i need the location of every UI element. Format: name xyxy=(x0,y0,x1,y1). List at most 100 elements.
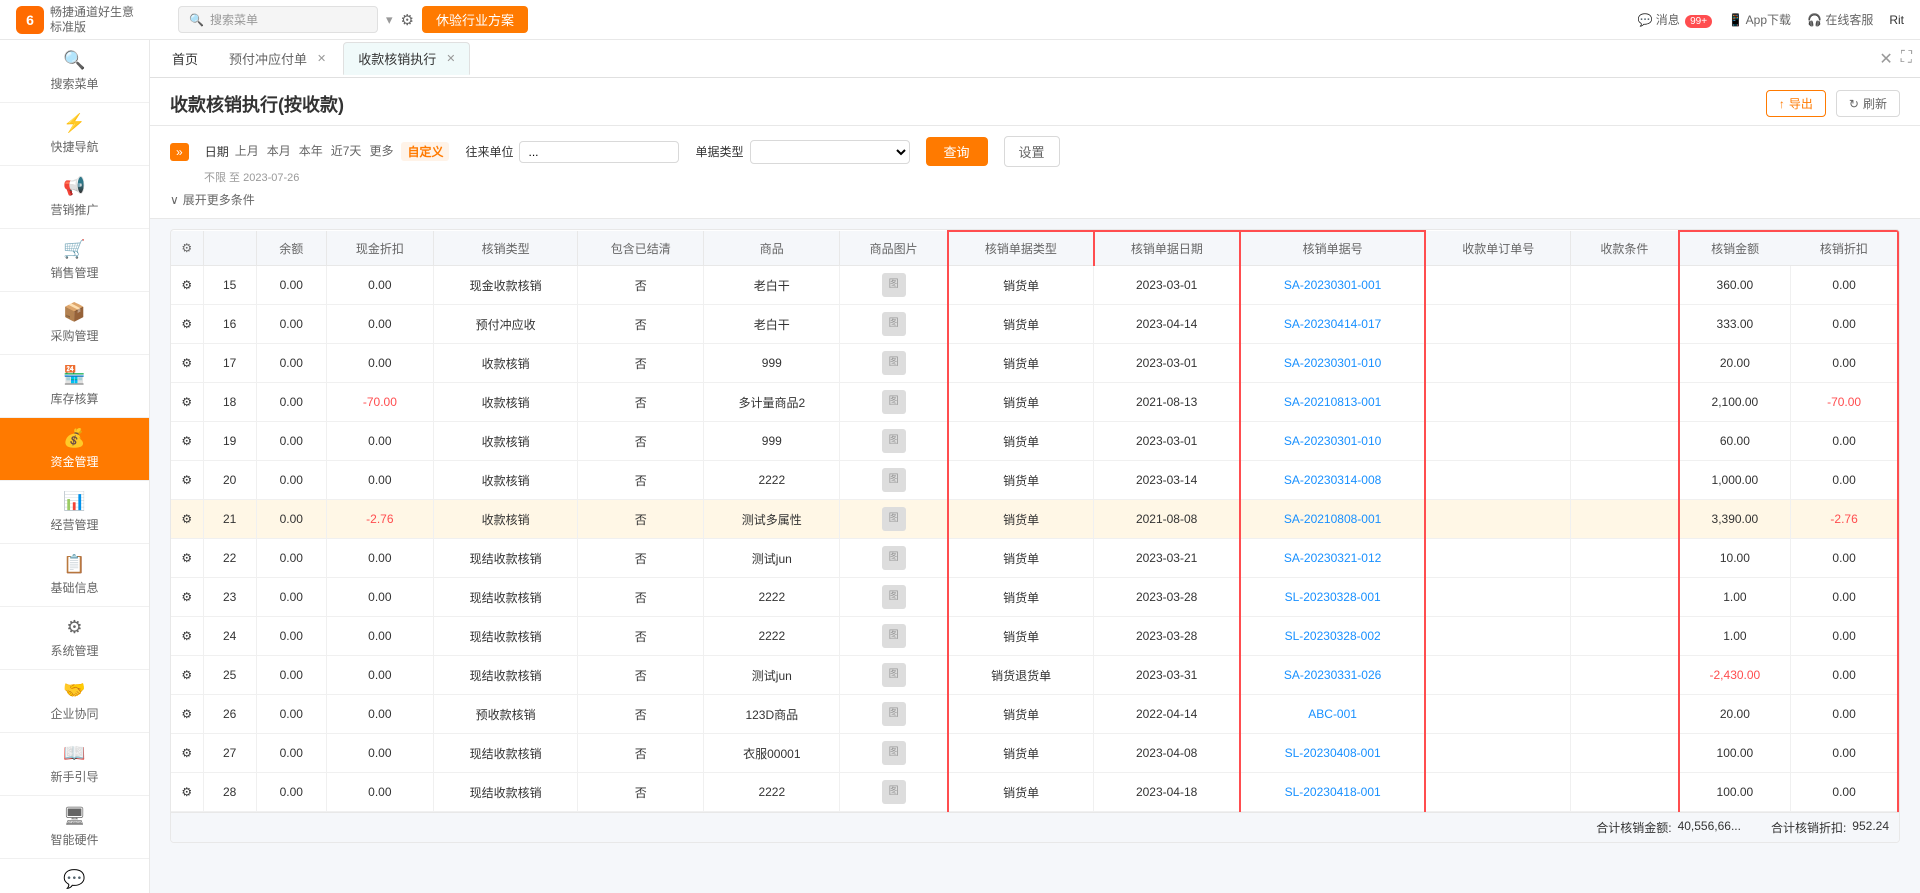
bill-no-link[interactable]: SA-20230331-026 xyxy=(1284,668,1381,682)
col-write-off-amount: 核销金额 xyxy=(1679,231,1791,266)
row-bill-no[interactable]: SA-20230301-010 xyxy=(1240,344,1425,383)
row-bill-no[interactable]: SA-20210808-001 xyxy=(1240,500,1425,539)
sidebar-item-wechat[interactable]: 💬 企业微信 xyxy=(0,859,149,893)
partner-input[interactable] xyxy=(519,141,679,163)
row-settings[interactable]: ⚙ xyxy=(171,734,203,773)
refresh-button[interactable]: ↻ 刷新 xyxy=(1836,90,1900,117)
row-write-off-discount: 0.00 xyxy=(1791,656,1898,695)
tab-close-receipts[interactable]: ✕ xyxy=(446,52,455,65)
tab-receipts[interactable]: 收款核销执行 ✕ xyxy=(343,42,470,75)
row-settings[interactable]: ⚙ xyxy=(171,500,203,539)
industry-btn[interactable]: 休验行业方案 xyxy=(422,6,528,33)
sidebar-item-purchase[interactable]: 📦 采购管理 xyxy=(0,292,149,355)
row-bill-no[interactable]: SL-20230328-002 xyxy=(1240,617,1425,656)
row-settings[interactable]: ⚙ xyxy=(171,695,203,734)
col-settled: 包含已结清 xyxy=(578,231,704,266)
filter-toggle-btn[interactable]: » xyxy=(170,143,189,161)
bill-no-link[interactable]: SA-20230321-012 xyxy=(1284,551,1381,565)
row-bill-no[interactable]: SA-20230331-026 xyxy=(1240,656,1425,695)
sidebar-item-finance[interactable]: 💰 资金管理 xyxy=(0,418,149,481)
date-7days[interactable]: 近7天 xyxy=(331,142,362,161)
sidebar-item-inventory[interactable]: 🏪 库存核算 xyxy=(0,355,149,418)
setting-button[interactable]: 设置 xyxy=(1004,136,1060,167)
tab-prepay[interactable]: 预付冲应付单 ✕ xyxy=(214,42,341,75)
bill-no-link[interactable]: SA-20230301-010 xyxy=(1284,434,1381,448)
bill-no-link[interactable]: SL-20230328-002 xyxy=(1285,629,1381,643)
bill-no-link[interactable]: SL-20230328-001 xyxy=(1285,590,1381,604)
row-bill-no[interactable]: ABC-001 xyxy=(1240,695,1425,734)
online-service[interactable]: 🎧 在线客服 xyxy=(1807,11,1873,28)
row-settings[interactable]: ⚙ xyxy=(171,539,203,578)
app-download[interactable]: 📱 App下载 xyxy=(1728,11,1791,28)
date-this-month[interactable]: 本月 xyxy=(267,142,291,161)
row-bill-no[interactable]: SA-20210813-001 xyxy=(1240,383,1425,422)
date-more[interactable]: 更多 xyxy=(369,142,393,161)
row-settings[interactable]: ⚙ xyxy=(171,344,203,383)
sidebar-item-search[interactable]: 🔍 搜索菜单 xyxy=(0,40,149,103)
row-settings[interactable]: ⚙ xyxy=(171,773,203,812)
bill-no-link[interactable]: SL-20230408-001 xyxy=(1285,746,1381,760)
row-settings[interactable]: ⚙ xyxy=(171,266,203,305)
export-button[interactable]: ↑ 导出 xyxy=(1766,90,1826,117)
top-search: 🔍 搜索菜单 ▾ ⚙ 休验行业方案 xyxy=(178,6,1625,33)
row-balance: 0.00 xyxy=(256,773,326,812)
date-this-year[interactable]: 本年 xyxy=(299,142,323,161)
bill-no-link[interactable]: SA-20230301-010 xyxy=(1284,356,1381,370)
collab-icon: 🤝 xyxy=(63,680,85,701)
sidebar-item-hardware[interactable]: 🖥 智能硬件 xyxy=(0,796,149,859)
row-settings[interactable]: ⚙ xyxy=(171,422,203,461)
row-bill-no[interactable]: SA-20230301-001 xyxy=(1240,266,1425,305)
row-settings[interactable]: ⚙ xyxy=(171,578,203,617)
bill-no-link[interactable]: SL-20230418-001 xyxy=(1285,785,1381,799)
row-bill-no[interactable]: SA-20230314-008 xyxy=(1240,461,1425,500)
row-payment-terms xyxy=(1571,383,1679,422)
row-settings[interactable]: ⚙ xyxy=(171,656,203,695)
sidebar-item-collab[interactable]: 🤝 企业协同 xyxy=(0,670,149,733)
bill-no-link[interactable]: ABC-001 xyxy=(1308,707,1357,721)
expand-icon[interactable]: ⛶ xyxy=(1901,49,1912,69)
row-bill-no[interactable]: SA-20230321-012 xyxy=(1240,539,1425,578)
row-bill-no[interactable]: SA-20230301-010 xyxy=(1240,422,1425,461)
date-filter: 日期 上月 本月 本年 近7天 更多 自定义 xyxy=(205,142,450,161)
row-settings[interactable]: ⚙ xyxy=(171,461,203,500)
sidebar-item-marketing[interactable]: 📢 营销推广 xyxy=(0,166,149,229)
bill-no-link[interactable]: SA-20230301-001 xyxy=(1284,278,1381,292)
date-last-month[interactable]: 上月 xyxy=(235,142,259,161)
sidebar-item-guide[interactable]: 📖 新手引导 xyxy=(0,733,149,796)
page-header: 收款核销执行(按收款) ↑ 导出 ↻ 刷新 xyxy=(150,78,1920,126)
gear-icon[interactable]: ⚙ xyxy=(401,11,414,29)
sidebar-item-system[interactable]: ⚙ 系统管理 xyxy=(0,607,149,670)
date-custom[interactable]: 自定义 xyxy=(401,142,449,161)
sidebar-item-basic[interactable]: 📋 基础信息 xyxy=(0,544,149,607)
row-bill-no[interactable]: SL-20230328-001 xyxy=(1240,578,1425,617)
user-name[interactable]: Rit xyxy=(1889,13,1904,27)
row-seq: 17 xyxy=(203,344,256,383)
row-bill-no[interactable]: SL-20230418-001 xyxy=(1240,773,1425,812)
tab-home[interactable]: 首页 xyxy=(158,43,212,74)
row-bill-no[interactable]: SL-20230408-001 xyxy=(1240,734,1425,773)
sidebar-item-ops[interactable]: 📊 经营管理 xyxy=(0,481,149,544)
row-bill-no[interactable]: SA-20230414-017 xyxy=(1240,305,1425,344)
bill-type-select[interactable] xyxy=(750,140,910,164)
bill-no-link[interactable]: SA-20210808-001 xyxy=(1284,512,1381,526)
bill-type-label: 单据类型 xyxy=(695,143,743,160)
expand-more[interactable]: ∨ 展开更多条件 xyxy=(170,191,1900,208)
row-write-off-type: 现结收款核销 xyxy=(433,734,577,773)
bill-no-link[interactable]: SA-20210813-001 xyxy=(1284,395,1381,409)
notifications[interactable]: 💬 消息 99+ xyxy=(1637,11,1712,28)
query-button[interactable]: 查询 xyxy=(926,137,988,166)
row-write-off-discount: -70.00 xyxy=(1791,383,1898,422)
close-tab-icon[interactable]: ✕ xyxy=(1879,49,1892,69)
row-settings[interactable]: ⚙ xyxy=(171,617,203,656)
sidebar-item-quick-nav[interactable]: ⚡ 快捷导航 xyxy=(0,103,149,166)
tab-close-prepay[interactable]: ✕ xyxy=(317,52,326,65)
bill-no-link[interactable]: SA-20230414-017 xyxy=(1284,317,1381,331)
row-settings[interactable]: ⚙ xyxy=(171,305,203,344)
sidebar-item-sales[interactable]: 🛒 销售管理 xyxy=(0,229,149,292)
row-write-off-type: 现结收款核销 xyxy=(433,539,577,578)
row-settings[interactable]: ⚙ xyxy=(171,383,203,422)
bill-no-link[interactable]: SA-20230314-008 xyxy=(1284,473,1381,487)
col-settings[interactable]: ⚙ xyxy=(171,231,203,266)
search-box[interactable]: 🔍 搜索菜单 xyxy=(178,6,378,33)
col-goods: 商品 xyxy=(704,231,840,266)
